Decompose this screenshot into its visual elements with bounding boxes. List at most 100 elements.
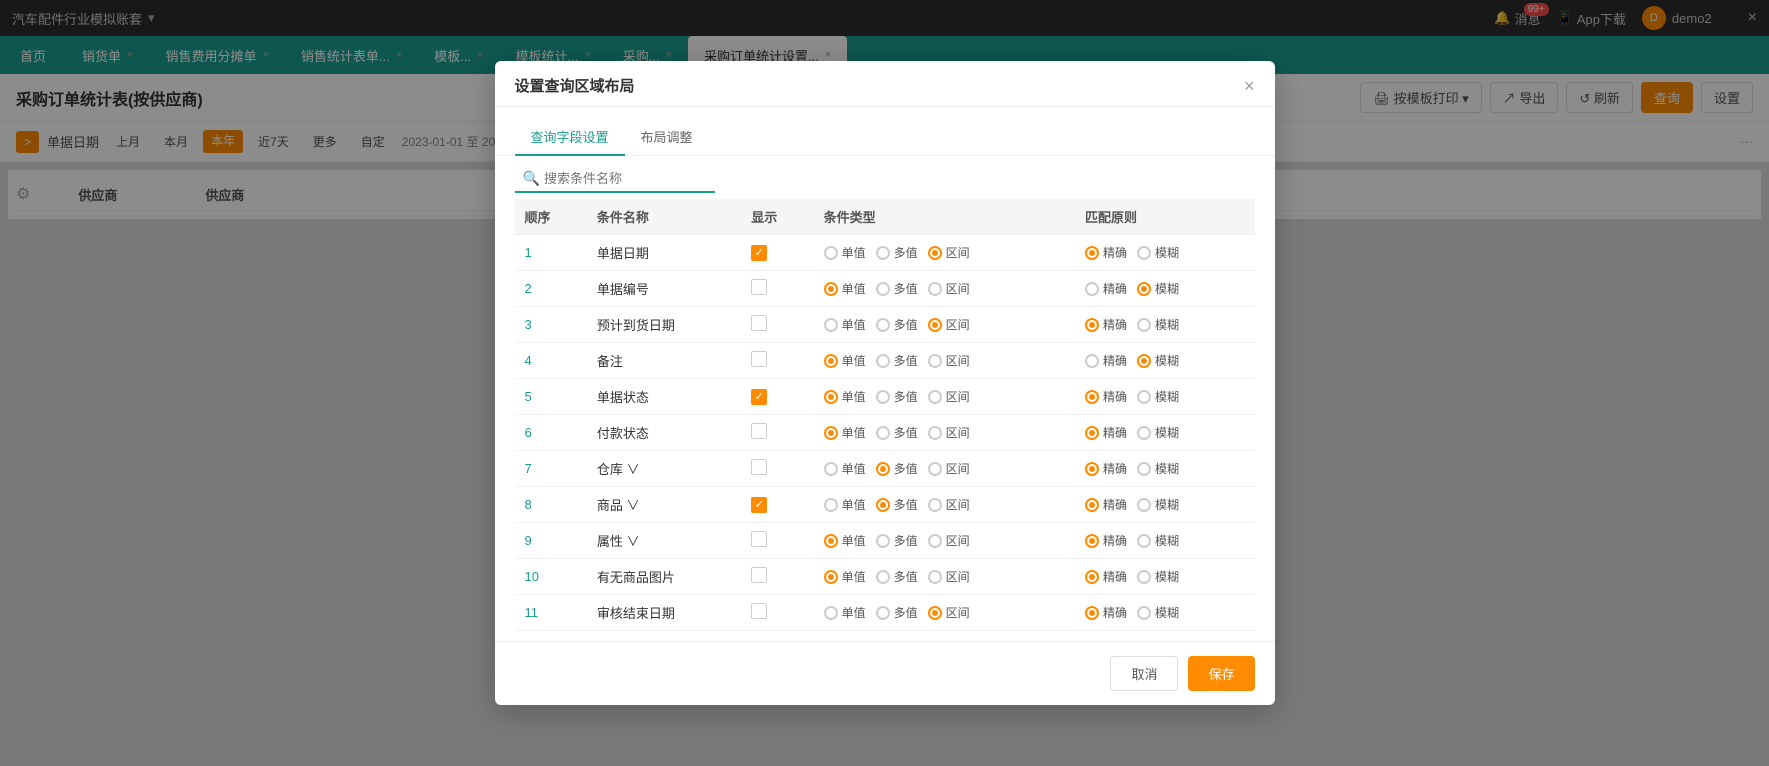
row-condition-type-cell: 单值多值区间 (814, 523, 1075, 559)
radio-type-区间[interactable]: 区间 (928, 388, 970, 405)
search-input[interactable] (544, 171, 694, 186)
radio-type-单值[interactable]: 单值 (824, 496, 866, 513)
radio-type-区间[interactable]: 区间 (928, 352, 970, 369)
row-condition-name: 单据状态 (587, 379, 741, 415)
radio-match-精确[interactable]: 精确 (1085, 532, 1127, 549)
row-show-checkbox-cell (741, 595, 813, 631)
radio-match-精确[interactable]: 精确 (1085, 316, 1127, 333)
show-checkbox[interactable] (751, 567, 767, 583)
show-checkbox[interactable] (751, 279, 767, 295)
radio-type-区间[interactable]: 区间 (928, 460, 970, 477)
radio-type-单值[interactable]: 单值 (824, 532, 866, 549)
radio-type-区间[interactable]: 区间 (928, 280, 970, 297)
radio-type-单值[interactable]: 单值 (824, 604, 866, 621)
radio-type-区间[interactable]: 区间 (928, 568, 970, 585)
radio-type-多值[interactable]: 多值 (876, 388, 918, 405)
radio-dot-icon (876, 426, 890, 440)
row-show-checkbox-cell (741, 487, 813, 523)
radio-type-多值[interactable]: 多值 (876, 496, 918, 513)
row-order: 1 (515, 235, 587, 271)
radio-dot-icon (876, 534, 890, 548)
radio-type-区间[interactable]: 区间 (928, 532, 970, 549)
radio-match-模糊[interactable]: 模糊 (1137, 496, 1179, 513)
row-order: 10 (515, 559, 587, 595)
radio-type-单值[interactable]: 单值 (824, 352, 866, 369)
show-checkbox[interactable] (751, 603, 767, 619)
radio-type-区间[interactable]: 区间 (928, 604, 970, 621)
radio-match-模糊[interactable]: 模糊 (1137, 604, 1179, 621)
radio-dot-icon (1137, 318, 1151, 332)
show-checkbox[interactable] (751, 497, 767, 513)
col-condition-name: 条件名称 (587, 199, 741, 235)
radio-dot-icon (1137, 606, 1151, 620)
tab-layout-adjust-label: 布局调整 (641, 130, 693, 145)
show-checkbox[interactable] (751, 531, 767, 547)
table-row: 6付款状态单值多值区间精确模糊 (515, 415, 1255, 451)
radio-dot-icon (1137, 570, 1151, 584)
show-checkbox[interactable] (751, 315, 767, 331)
radio-match-模糊[interactable]: 模糊 (1137, 568, 1179, 585)
radio-type-多值[interactable]: 多值 (876, 244, 918, 261)
radio-match-模糊[interactable]: 模糊 (1137, 532, 1179, 549)
radio-match-精确[interactable]: 精确 (1085, 352, 1127, 369)
radio-match-精确[interactable]: 精确 (1085, 568, 1127, 585)
radio-match-精确[interactable]: 精确 (1085, 460, 1127, 477)
show-checkbox[interactable] (751, 351, 767, 367)
radio-type-单值[interactable]: 单值 (824, 424, 866, 441)
radio-match-模糊[interactable]: 模糊 (1137, 316, 1179, 333)
save-button[interactable]: 保存 (1188, 656, 1254, 691)
radio-type-区间[interactable]: 区间 (928, 496, 970, 513)
radio-match-精确[interactable]: 精确 (1085, 388, 1127, 405)
row-match-rule-cell: 精确模糊 (1075, 307, 1255, 343)
radio-type-多值[interactable]: 多值 (876, 460, 918, 477)
radio-type-单值[interactable]: 单值 (824, 280, 866, 297)
show-checkbox[interactable] (751, 245, 767, 261)
radio-type-区间[interactable]: 区间 (928, 424, 970, 441)
radio-match-精确[interactable]: 精确 (1085, 424, 1127, 441)
radio-dot-icon (876, 570, 890, 584)
radio-type-区间[interactable]: 区间 (928, 244, 970, 261)
radio-type-单值[interactable]: 单值 (824, 388, 866, 405)
radio-type-单值[interactable]: 单值 (824, 316, 866, 333)
radio-type-多值[interactable]: 多值 (876, 532, 918, 549)
radio-type-单值[interactable]: 单值 (824, 568, 866, 585)
radio-type-单值[interactable]: 单值 (824, 460, 866, 477)
row-match-rule-cell: 精确模糊 (1075, 451, 1255, 487)
radio-type-区间[interactable]: 区间 (928, 316, 970, 333)
radio-match-精确[interactable]: 精确 (1085, 244, 1127, 261)
radio-type-多值[interactable]: 多值 (876, 604, 918, 621)
show-checkbox[interactable] (751, 423, 767, 439)
tab-field-settings[interactable]: 查询字段设置 (515, 119, 625, 156)
show-checkbox[interactable] (751, 459, 767, 475)
radio-match-精确[interactable]: 精确 (1085, 280, 1127, 297)
table-row: 9属性 ∨单值多值区间精确模糊 (515, 523, 1255, 559)
tab-layout-adjust[interactable]: 布局调整 (625, 119, 709, 156)
radio-match-精确[interactable]: 精确 (1085, 496, 1127, 513)
radio-dot-icon (1137, 426, 1151, 440)
radio-type-多值[interactable]: 多值 (876, 316, 918, 333)
radio-type-多值[interactable]: 多值 (876, 352, 918, 369)
show-checkbox[interactable] (751, 389, 767, 405)
radio-match-模糊[interactable]: 模糊 (1137, 424, 1179, 441)
radio-type-多值[interactable]: 多值 (876, 424, 918, 441)
radio-match-模糊[interactable]: 模糊 (1137, 280, 1179, 297)
radio-dot-icon (824, 318, 838, 332)
modal-close-button[interactable]: × (1244, 77, 1255, 95)
radio-match-精确[interactable]: 精确 (1085, 604, 1127, 621)
radio-match-模糊[interactable]: 模糊 (1137, 352, 1179, 369)
row-match-rule-cell: 精确模糊 (1075, 487, 1255, 523)
radio-match-模糊[interactable]: 模糊 (1137, 460, 1179, 477)
row-condition-type-cell: 单值多值区间 (814, 307, 1075, 343)
radio-match-模糊[interactable]: 模糊 (1137, 244, 1179, 261)
radio-type-多值[interactable]: 多值 (876, 280, 918, 297)
row-condition-name: 仓库 ∨ (587, 451, 741, 487)
col-condition-type: 条件类型 (814, 199, 1075, 235)
radio-type-多值[interactable]: 多值 (876, 568, 918, 585)
config-table: 顺序 条件名称 显示 条件类型 匹配原则 1单据日期单值多值区间精确模糊2单据编… (515, 199, 1255, 631)
radio-type-单值[interactable]: 单值 (824, 244, 866, 261)
table-row: 5单据状态单值多值区间精确模糊 (515, 379, 1255, 415)
radio-dot-icon (928, 318, 942, 332)
modal-title: 设置查询区域布局 (515, 75, 635, 96)
cancel-button[interactable]: 取消 (1110, 656, 1178, 691)
radio-match-模糊[interactable]: 模糊 (1137, 388, 1179, 405)
